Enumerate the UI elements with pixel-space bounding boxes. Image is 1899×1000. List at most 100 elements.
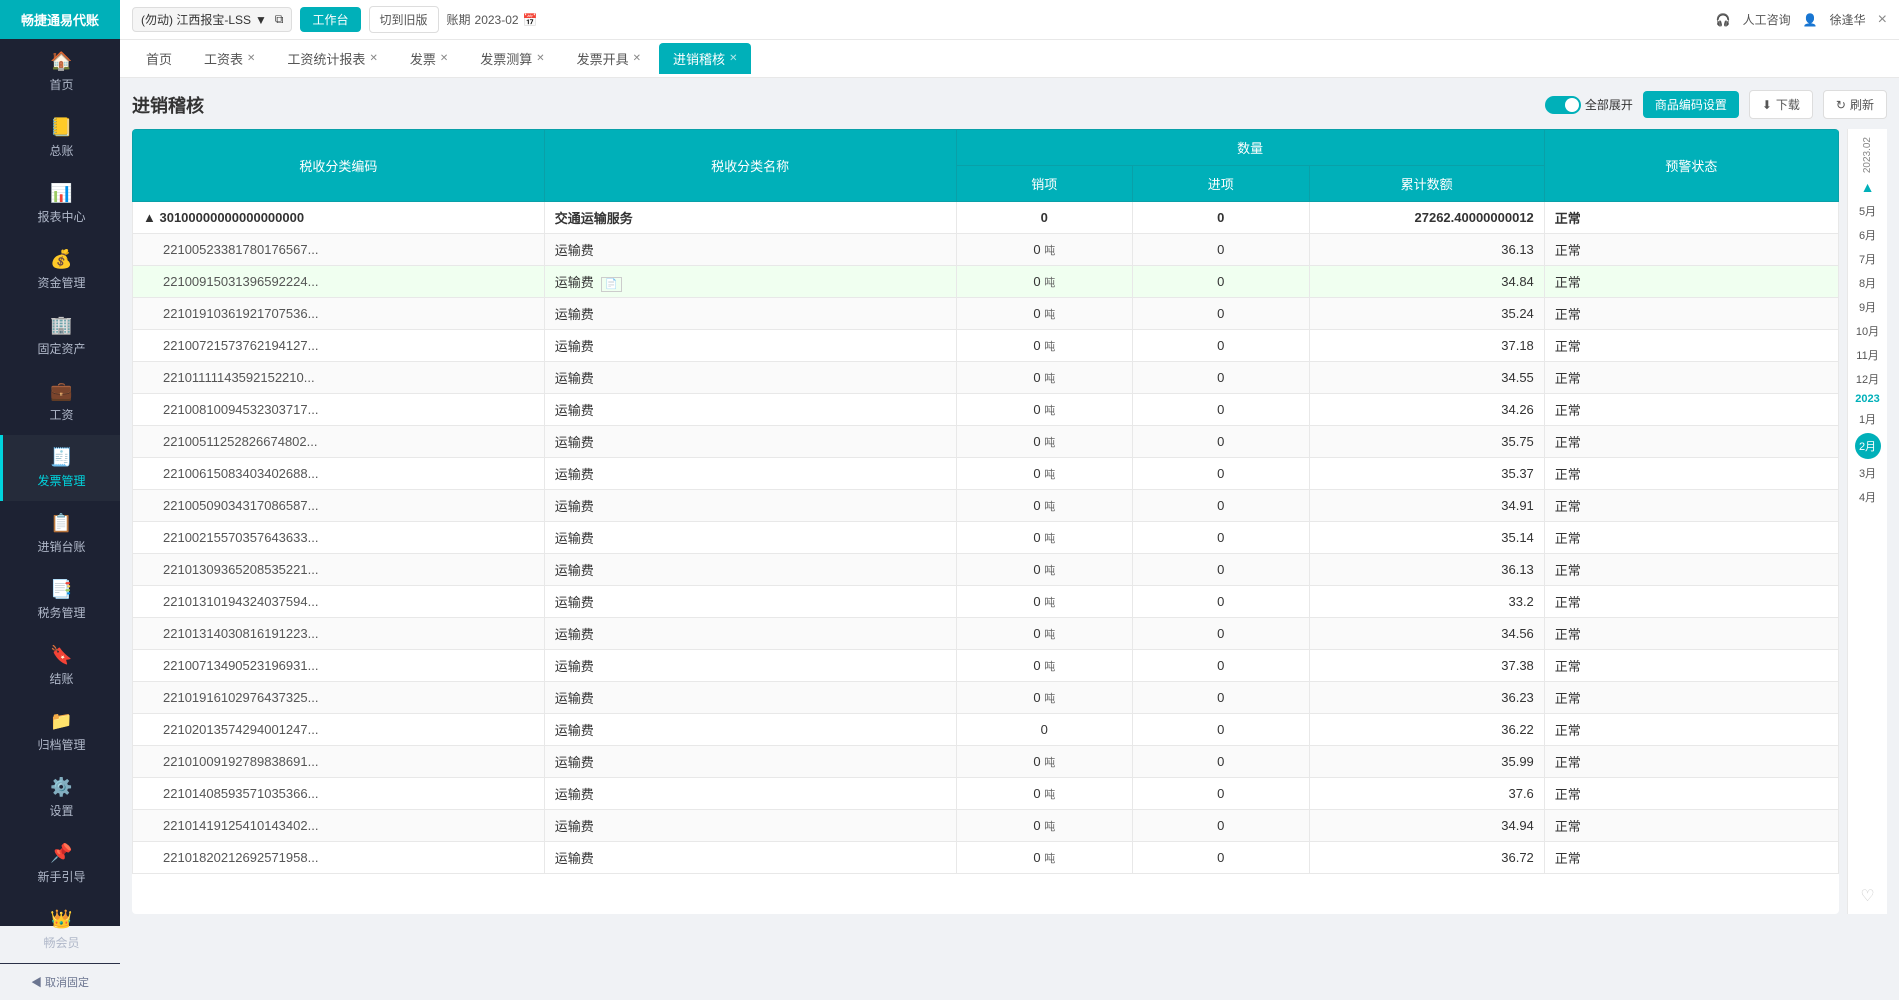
cell-invoice-code: 22100721573762194127... <box>133 330 545 362</box>
cell-cumulative: 36.22 <box>1309 714 1544 746</box>
cell-sales: 0 吨 <box>956 682 1132 714</box>
tab-salary-stat[interactable]: 工资统计报表 ✕ <box>273 43 391 74</box>
sidebar-item-settings[interactable]: ⚙️ 设置 <box>0 765 120 831</box>
month-8[interactable]: 8月 <box>1848 271 1887 295</box>
month-5[interactable]: 5月 <box>1848 199 1887 223</box>
main-area: (勿动) 江西报宝-LSS ▼ ⧉ 工作台 切到旧版 账期 2023-02 📅 … <box>120 0 1899 926</box>
cell-sales: 0 吨 <box>956 394 1132 426</box>
col-tax-name: 税收分类名称 <box>544 130 956 202</box>
sidebar-item-guide[interactable]: 📌 新手引导 <box>0 831 120 897</box>
tab-invoice-calc-close[interactable]: ✕ <box>536 53 544 64</box>
invoice-icon: 🧾 <box>50 447 72 468</box>
month-12[interactable]: 12月 <box>1848 367 1887 391</box>
support-icon: 🎧 <box>1716 13 1731 27</box>
table-row: 22100810094532303717... 运输费 0 吨 0 34.26 … <box>133 394 1839 426</box>
capital-icon: 💰 <box>50 249 72 270</box>
tab-reconcile-close[interactable]: ✕ <box>729 53 737 64</box>
sidebar-unpin[interactable]: ◀ 取消固定 <box>0 963 120 1000</box>
expand-toggle-group: 全部展开 <box>1545 96 1633 114</box>
right-panel: 2023.02 ▲ 5月 6月 7月 8月 9月 10月 11月 12月 202… <box>1847 129 1887 914</box>
tab-invoice-label: 发票 <box>410 49 436 68</box>
cell-sales: 0 <box>956 714 1132 746</box>
user-name: 徐逢华 <box>1830 11 1866 28</box>
tab-salary-stat-close[interactable]: ✕ <box>369 53 377 64</box>
cell-status: 正常 <box>1544 234 1838 266</box>
tab-salary-close[interactable]: ✕ <box>247 53 255 64</box>
sidebar-label-capital: 资金管理 <box>37 274 85 291</box>
month-1[interactable]: 1月 <box>1848 407 1887 431</box>
cell-purchase: 0 <box>1133 810 1309 842</box>
month-4[interactable]: 4月 <box>1848 485 1887 509</box>
sidebar-item-salary[interactable]: 💼 工资 <box>0 369 120 435</box>
month-2-active[interactable]: 2月 <box>1855 433 1881 459</box>
sidebar-item-home[interactable]: 🏠 首页 <box>0 39 120 105</box>
cell-invoice-code: 22101916102976437325... <box>133 682 545 714</box>
settings-button[interactable]: 商品编码设置 <box>1643 91 1739 118</box>
cell-invoice-code: 22100511252826674802... <box>133 426 545 458</box>
sidebar-item-invoice[interactable]: 🧾 发票管理 <box>0 435 120 501</box>
cell-invoice-code: 22100523381780176567... <box>133 234 545 266</box>
switch-version-button[interactable]: 切到旧版 <box>369 6 439 33</box>
tab-invoice-calc[interactable]: 发票测算 ✕ <box>466 43 558 74</box>
sidebar-item-archive[interactable]: 📁 归档管理 <box>0 699 120 765</box>
tab-home[interactable]: 首页 <box>132 43 186 74</box>
month-11[interactable]: 11月 <box>1848 343 1887 367</box>
tab-invoice[interactable]: 发票 ✕ <box>396 43 462 74</box>
cell-name: 运输费 <box>544 778 956 810</box>
prev-year-nav[interactable]: ▲ <box>1857 175 1879 199</box>
refresh-button[interactable]: ↻ 刷新 <box>1823 90 1887 119</box>
month-7[interactable]: 7月 <box>1848 247 1887 271</box>
sidebar-item-member[interactable]: 👑 畅会员 <box>0 897 120 963</box>
sidebar-item-settle[interactable]: 🔖 结账 <box>0 633 120 699</box>
cell-invoice-code: 22101009192789838691... <box>133 746 545 778</box>
sales-ledger-icon: 📋 <box>50 513 72 534</box>
close-button[interactable]: × <box>1878 11 1887 29</box>
cell-invoice-code: 22101309365208535221... <box>133 554 545 586</box>
cell-status: 正常 <box>1544 842 1838 874</box>
tab-invoice-close[interactable]: ✕ <box>440 53 448 64</box>
month-6[interactable]: 6月 <box>1848 223 1887 247</box>
support-label[interactable]: 人工咨询 <box>1743 11 1791 28</box>
cell-invoice-code: 22100215570357643633... <box>133 522 545 554</box>
home-icon: 🏠 <box>50 51 72 72</box>
cell-status: 正常 <box>1544 810 1838 842</box>
tab-invoice-open-close[interactable]: ✕ <box>633 53 641 64</box>
tab-salary[interactable]: 工资表 ✕ <box>190 43 269 74</box>
table-row: 22101916102976437325... 运输费 0 吨 0 36.23 … <box>133 682 1839 714</box>
month-3[interactable]: 3月 <box>1848 461 1887 485</box>
cell-purchase: 0 <box>1133 202 1309 234</box>
month-10[interactable]: 10月 <box>1848 319 1887 343</box>
copy-icon: ⧉ <box>275 12 284 27</box>
cell-purchase: 0 <box>1133 714 1309 746</box>
sidebar-item-assets[interactable]: 🏢 固定资产 <box>0 303 120 369</box>
download-button[interactable]: ⬇ 下载 <box>1749 90 1813 119</box>
tab-invoice-open-label: 发票开具 <box>577 49 629 68</box>
table-row: 22100511252826674802... 运输费 0 吨 0 35.75 … <box>133 426 1839 458</box>
month-9[interactable]: 9月 <box>1848 295 1887 319</box>
app-logo: 畅捷通易代账 <box>0 0 120 39</box>
cell-status: 正常 <box>1544 426 1838 458</box>
expand-toggle[interactable] <box>1545 96 1581 114</box>
sidebar-label-reports: 报表中心 <box>37 208 85 225</box>
sidebar-item-capital[interactable]: 💰 资金管理 <box>0 237 120 303</box>
tab-reconcile[interactable]: 进销稽核 ✕ <box>659 43 751 74</box>
sidebar-item-tax[interactable]: 📑 税务管理 <box>0 567 120 633</box>
cell-cumulative: 27262.40000000012 <box>1309 202 1544 234</box>
cell-cumulative: 37.6 <box>1309 778 1544 810</box>
worktable-button[interactable]: 工作台 <box>300 7 360 32</box>
cell-status: 正常 <box>1544 650 1838 682</box>
favorite-icon[interactable]: ♡ <box>1860 888 1874 905</box>
sidebar-item-reports[interactable]: 📊 报表中心 <box>0 171 120 237</box>
cell-sales: 0 吨 <box>956 490 1132 522</box>
cell-name: 运输费 <box>544 746 956 778</box>
sidebar-item-sales-ledger[interactable]: 📋 进销台账 <box>0 501 120 567</box>
user-avatar: 👤 <box>1803 13 1818 27</box>
cell-status: 正常 <box>1544 778 1838 810</box>
sidebar-item-ledger[interactable]: 📒 总账 <box>0 105 120 171</box>
cell-purchase: 0 <box>1133 746 1309 778</box>
settle-icon: 🔖 <box>50 645 72 666</box>
cell-cumulative: 34.84 <box>1309 266 1544 298</box>
company-selector[interactable]: (勿动) 江西报宝-LSS ▼ ⧉ <box>132 7 292 32</box>
cell-name: 运输费 <box>544 650 956 682</box>
tab-invoice-open[interactable]: 发票开具 ✕ <box>563 43 655 74</box>
